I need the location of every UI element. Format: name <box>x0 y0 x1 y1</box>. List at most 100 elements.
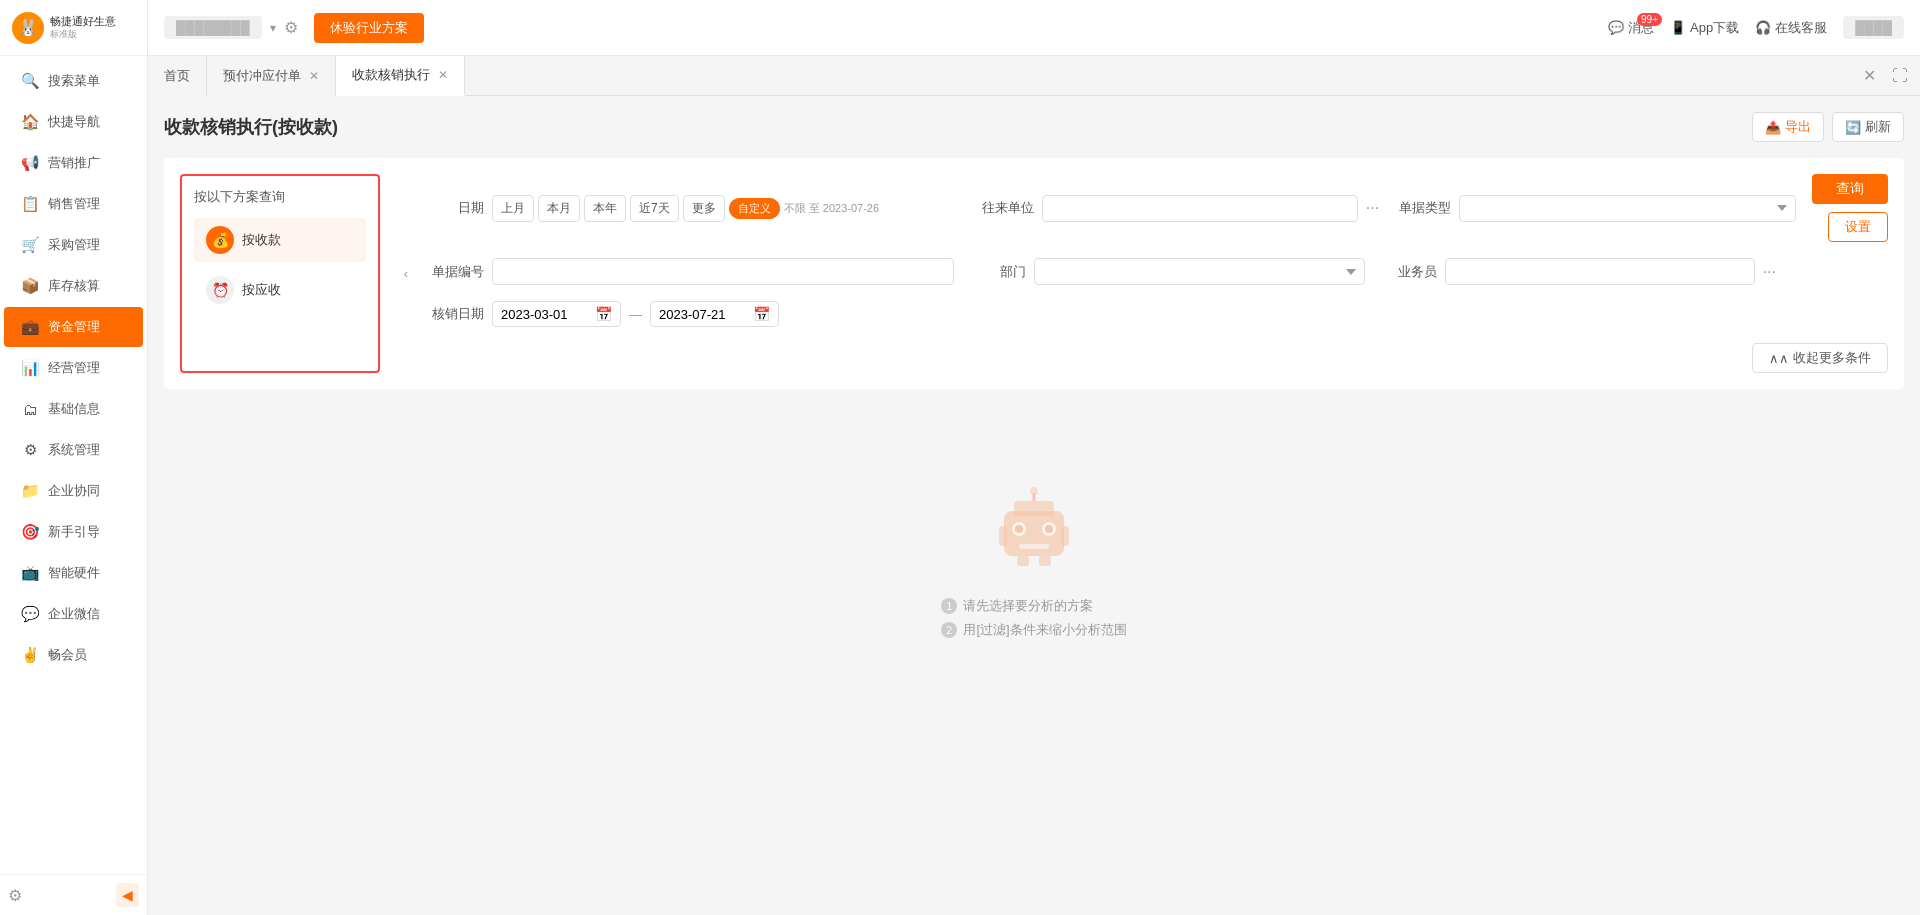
sidebar-item-畅会员[interactable]: ✌畅会员 <box>4 635 143 675</box>
filter-option-by-collection[interactable]: 💰 按收款 <box>194 218 366 262</box>
topbar: ████████ ▾ ⚙ 休验行业方案 💬 消息 99+ 📱 App下载 🎧 在… <box>148 0 1920 56</box>
message-btn[interactable]: 💬 消息 99+ <box>1608 19 1654 37</box>
nav-icon: 📊 <box>20 358 40 378</box>
empty-tip-1: 1 请先选择要分析的方案 <box>941 597 1126 615</box>
tab-collection-close[interactable]: ✕ <box>438 68 448 82</box>
sidebar-item-库存核算[interactable]: 📦库存核算 <box>4 266 143 306</box>
empty-tips: 1 请先选择要分析的方案 2 用[过滤]条件来缩小分析范围 <box>941 597 1126 645</box>
sidebar-item-企业微信[interactable]: 💬企业微信 <box>4 594 143 634</box>
export-btn[interactable]: 📤 导出 <box>1752 112 1824 142</box>
user-avatar: ████ <box>1843 16 1904 39</box>
sidebar-item-智能硬件[interactable]: 📺智能硬件 <box>4 553 143 593</box>
sidebar-item-新手引导[interactable]: 🎯新手引导 <box>4 512 143 552</box>
partner-input[interactable] <box>1042 195 1357 222</box>
voucher-no-input[interactable] <box>492 258 954 285</box>
query-btn[interactable]: 查询 <box>1812 174 1888 204</box>
date-btn-this-year[interactable]: 本年 <box>584 195 626 222</box>
tab-expand-icon[interactable]: ⛶ <box>1888 63 1912 89</box>
empty-state: 1 请先选择要分析的方案 2 用[过滤]条件来缩小分析范围 <box>164 401 1904 725</box>
empty-tip-2: 2 用[过滤]条件来缩小分析范围 <box>941 621 1126 639</box>
tab-close-window-icon[interactable]: ✕ <box>1859 62 1880 89</box>
sidebar-item-系统管理[interactable]: ⚙系统管理 <box>4 430 143 470</box>
sidebar-item-搜索菜单[interactable]: 🔍搜索菜单 <box>4 61 143 101</box>
sidebar-item-基础信息[interactable]: 🗂基础信息 <box>4 389 143 429</box>
verify-date-start-cal-icon[interactable]: 📅 <box>595 306 612 322</box>
partner-dots-icon[interactable]: ··· <box>1366 199 1379 217</box>
receivable-icon: ⏰ <box>206 276 234 304</box>
page-actions: 📤 导出 🔄 刷新 <box>1752 112 1904 142</box>
sidebar-item-经营管理[interactable]: 📊经营管理 <box>4 348 143 388</box>
sidebar-item-资金管理[interactable]: 💼资金管理 <box>4 307 143 347</box>
collapse-label: 收起更多条件 <box>1793 349 1871 367</box>
online-service-btn[interactable]: 🎧 在线客服 <box>1755 19 1827 37</box>
filter-row-2: 单据编号 部门 业务员 ··· <box>428 258 1888 285</box>
nav-icon: 📢 <box>20 153 40 173</box>
tab-home[interactable]: 首页 <box>148 56 207 96</box>
app-download-label: App下载 <box>1690 19 1739 37</box>
svg-rect-0 <box>1004 511 1064 556</box>
date-btn-7days[interactable]: 近7天 <box>630 195 679 222</box>
collapse-icon[interactable]: ◀ <box>116 883 139 907</box>
date-btn-this-month[interactable]: 本月 <box>538 195 580 222</box>
app-download-btn[interactable]: 📱 App下载 <box>1670 19 1739 37</box>
tab-prepay[interactable]: 预付冲应付单 ✕ <box>207 56 336 96</box>
voucher-type-field: 单据类型 <box>1395 195 1796 222</box>
sidebar-item-销售管理[interactable]: 📋销售管理 <box>4 184 143 224</box>
verify-date-end-wrap: 📅 <box>650 301 779 327</box>
date-btn-more[interactable]: 更多 <box>683 195 725 222</box>
topbar-dropdown-icon[interactable]: ▾ <box>270 21 276 35</box>
voucher-type-select[interactable] <box>1459 195 1796 222</box>
date-field: 日期 上月 本月 本年 近7天 更多 自定义 不限 至 2023-07-26 <box>428 195 962 222</box>
svg-point-6 <box>1015 525 1023 533</box>
svg-rect-8 <box>1019 544 1049 549</box>
staff-dots-icon[interactable]: ··· <box>1763 263 1776 281</box>
main-content: ████████ ▾ ⚙ 休验行业方案 💬 消息 99+ 📱 App下载 🎧 在… <box>148 0 1920 915</box>
tab-prepay-label: 预付冲应付单 <box>223 67 301 85</box>
tab-prepay-close[interactable]: ✕ <box>309 69 319 83</box>
sidebar-item-采购管理[interactable]: 🛒采购管理 <box>4 225 143 265</box>
settings-icon[interactable]: ⚙ <box>8 886 22 905</box>
date-btn-last-month[interactable]: 上月 <box>492 195 534 222</box>
partner-label: 往来单位 <box>978 199 1034 217</box>
tip-text-2: 用[过滤]条件来缩小分析范围 <box>963 621 1126 639</box>
filter-option-by-receivable[interactable]: ⏰ 按应收 <box>194 268 366 312</box>
dept-select[interactable] <box>1034 258 1365 285</box>
sidebar-item-营销推广[interactable]: 📢营销推广 <box>4 143 143 183</box>
topbar-brand: ████████ <box>164 16 262 39</box>
voucher-type-label: 单据类型 <box>1395 199 1451 217</box>
topbar-gear-icon[interactable]: ⚙ <box>284 18 298 37</box>
refresh-btn[interactable]: 🔄 刷新 <box>1832 112 1904 142</box>
nav-icon: 💼 <box>20 317 40 337</box>
tabbar: 首页 预付冲应付单 ✕ 收款核销执行 ✕ ✕ ⛶ <box>148 56 1920 96</box>
verify-date-start-input[interactable] <box>501 307 591 322</box>
verify-date-label: 核销日期 <box>428 305 484 323</box>
filter-row-3: 核销日期 📅 — 📅 <box>428 301 1888 327</box>
filter-panel-title: 按以下方案查询 <box>194 188 366 206</box>
date-btn-custom[interactable]: 自定义 <box>729 198 780 219</box>
logo-badge: 标准版 <box>50 28 116 41</box>
nav-icon: 📦 <box>20 276 40 296</box>
export-icon: 📤 <box>1765 120 1781 135</box>
sidebar-item-企业协同[interactable]: 📁企业协同 <box>4 471 143 511</box>
page-body: 收款核销执行(按收款) 📤 导出 🔄 刷新 按以下方案查询 💰 按收款 <box>148 96 1920 915</box>
settings-btn[interactable]: 设置 <box>1828 212 1888 242</box>
staff-input[interactable] <box>1445 258 1754 285</box>
collapse-btn[interactable]: ∧∧ 收起更多条件 <box>1752 343 1888 373</box>
tip-num-2: 2 <box>941 622 957 638</box>
receivable-label: 按应收 <box>242 281 281 299</box>
tab-collection[interactable]: 收款核销执行 ✕ <box>336 56 465 96</box>
logo-text-block: 畅捷通好生意 标准版 <box>50 14 116 41</box>
verify-date-field: 核销日期 📅 — 📅 <box>428 301 961 327</box>
verify-date-end-input[interactable] <box>659 307 749 322</box>
filter-left-panel: 按以下方案查询 💰 按收款 ⏰ 按应收 <box>180 174 380 373</box>
tip-text-1: 请先选择要分析的方案 <box>963 597 1093 615</box>
verify-date-range: 📅 — 📅 <box>492 301 779 327</box>
tab-actions: ✕ ⛶ <box>1859 62 1920 89</box>
staff-field: 业务员 ··· <box>1381 258 1776 285</box>
sidebar-item-快捷导航[interactable]: 🏠快捷导航 <box>4 102 143 142</box>
verify-date-end-cal-icon[interactable]: 📅 <box>753 306 770 322</box>
nav-icon: ⚙ <box>20 440 40 460</box>
filter-collapse-btn[interactable]: ‹ <box>396 174 416 373</box>
tab-collection-label: 收款核销执行 <box>352 66 430 84</box>
industry-btn[interactable]: 休验行业方案 <box>314 13 424 43</box>
